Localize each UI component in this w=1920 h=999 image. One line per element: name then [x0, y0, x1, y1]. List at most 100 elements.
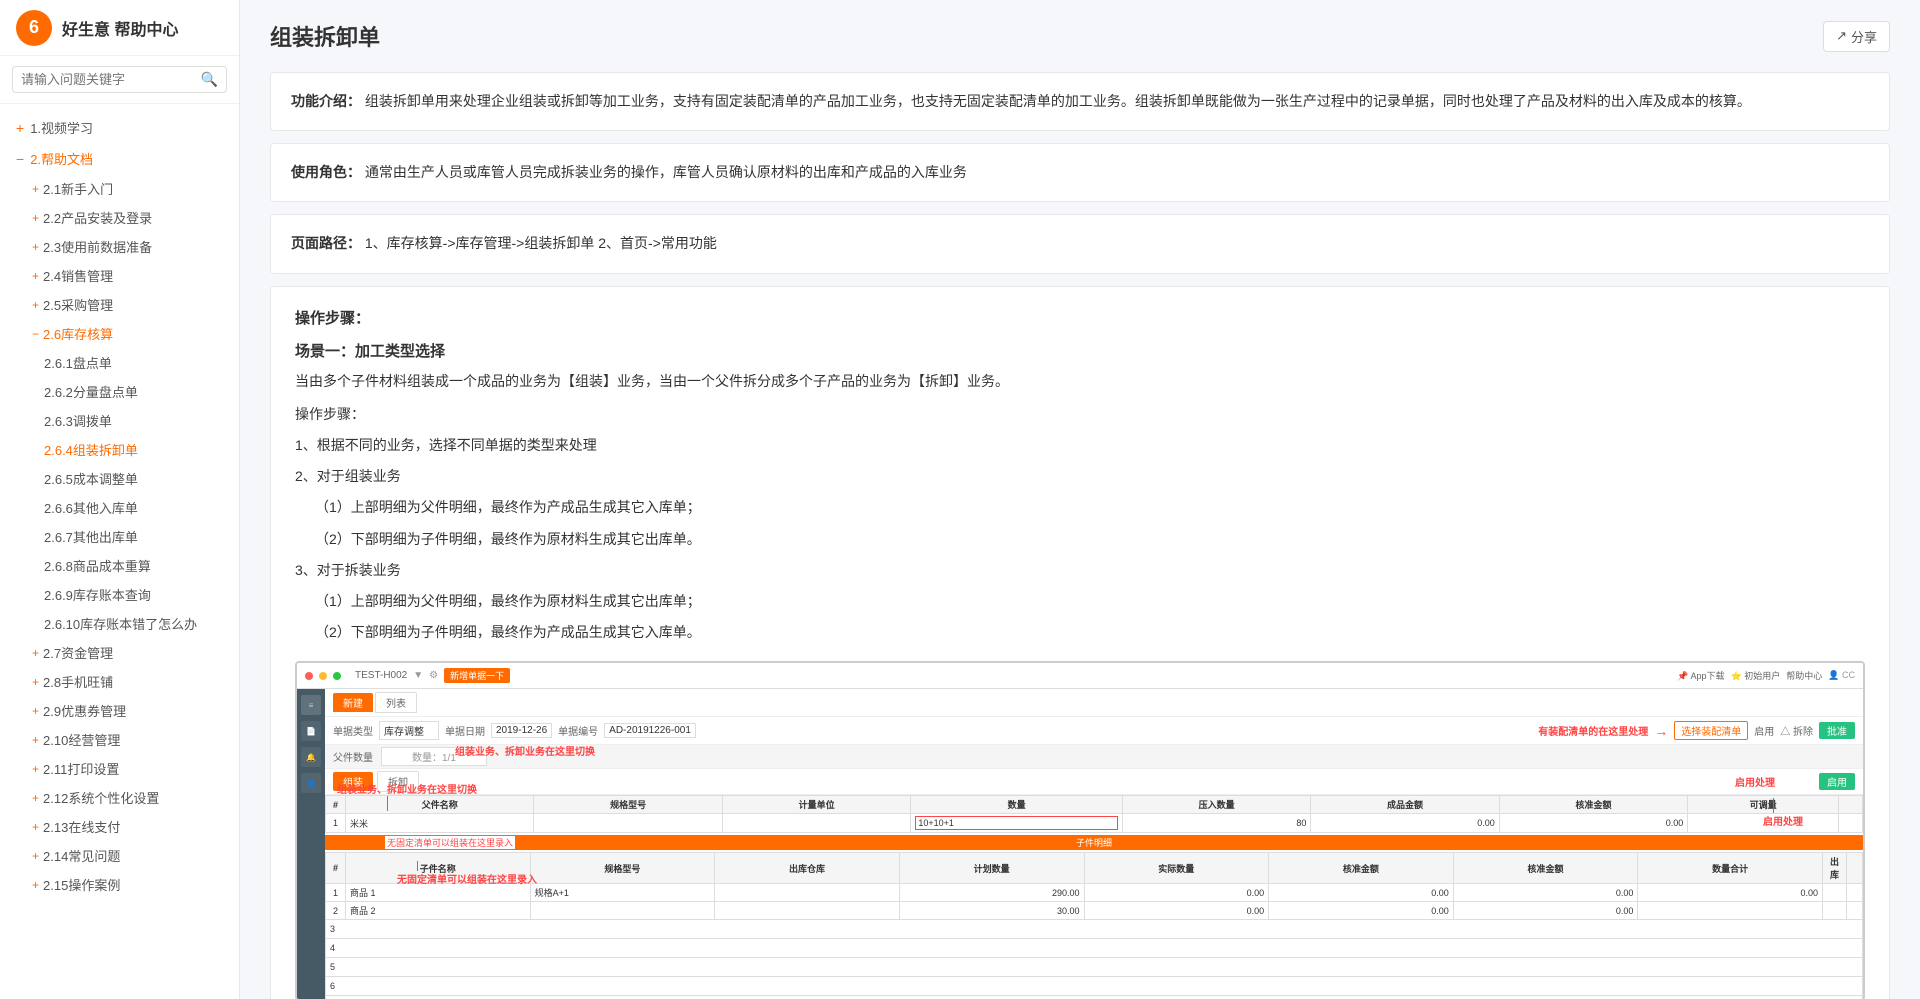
step2-1: （1）上部明细为父件明细，最终作为产成品生成其它入库单；: [315, 495, 1865, 520]
ops-title: 操作步骤：: [295, 307, 1865, 328]
sidebar-item-other-out[interactable]: 2.6.7其他出库单: [0, 522, 239, 551]
path-block: 页面路径： 1、库存核算->库存管理->组装拆卸单 2、首页->常用功能: [270, 214, 1890, 273]
sidebar-item-transfer[interactable]: 2.6.3调拨单: [0, 406, 239, 435]
page-header: 组装拆卸单 ↗ 分享: [270, 20, 1890, 52]
role-text: 使用角色： 通常由生产人员或库管人员完成拆装业务的操作，库管人员确认原材料的出库…: [291, 160, 1869, 185]
sidebar-item-customize[interactable]: + 2.12系统个性化设置: [0, 783, 239, 812]
sidebar-item-data-prep[interactable]: + 2.3使用前数据准备: [0, 232, 239, 261]
plus-icon-sub: +: [32, 762, 39, 776]
plus-icon: +: [16, 120, 24, 136]
sidebar-section-docs: − 2.帮助文档 + 2.1新手入门 + 2.2产品安装及登录 + 2.3使用前…: [0, 143, 239, 899]
sidebar-item-docs[interactable]: − 2.帮助文档: [0, 143, 239, 174]
role-label: 使用角色：: [291, 164, 361, 180]
sidebar-item-mobile[interactable]: + 2.8手机旺铺: [0, 667, 239, 696]
scenario1-title: 场景一：加工类型选择: [295, 340, 1865, 361]
path-label: 页面路径：: [291, 235, 361, 251]
screenshot-topbar-id: TEST-H002: [355, 670, 407, 681]
sidebar-item-newbie[interactable]: + 2.1新手入门: [0, 174, 239, 203]
role-content: 通常由生产人员或库管人员完成拆装业务的操作，库管人员确认原材料的出库和产成品的入…: [365, 164, 967, 180]
screenshot-new-btn[interactable]: 新增单据一下: [444, 668, 510, 683]
tab-list[interactable]: 列表: [375, 692, 417, 713]
step3-2: （2）下部明细为子件明细，最终作为产成品生成其它入库单。: [315, 620, 1865, 645]
plus-icon-sub: +: [32, 849, 39, 863]
plus-icon-sub: +: [32, 675, 39, 689]
search-input[interactable]: [21, 72, 201, 87]
sidebar-item-ledger-query[interactable]: 2.6.9库存账本查询: [0, 580, 239, 609]
sidebar-item-ledger-fix[interactable]: 2.6.10库存账本错了怎么办: [0, 609, 239, 638]
sidebar-item-video[interactable]: + 1.视频学习: [0, 112, 239, 143]
sidebar-item-inventory-calc[interactable]: − 2.6库存核算: [0, 319, 239, 348]
plus-icon-sub: +: [32, 211, 39, 225]
sidebar-item-mgmt[interactable]: + 2.10经营管理: [0, 725, 239, 754]
plus-icon-sub: +: [32, 704, 39, 718]
sidebar-section-inventory: − 2.6库存核算 2.6.1盘点单 2.6.2分量盘点单 2.6.3调拨单 2…: [0, 319, 239, 638]
sidebar-item-label: 1.视频学习: [30, 118, 93, 137]
nav-tree: + 1.视频学习 − 2.帮助文档 + 2.1新手入门 + 2.2产品安装及登录…: [0, 104, 239, 999]
feature-intro-block: 功能介绍： 组装拆卸单用来处理企业组装或拆卸等加工业务，支持有固定装配清单的产品…: [270, 72, 1890, 131]
form-date-val[interactable]: 2019-12-26: [491, 723, 552, 738]
path-text: 页面路径： 1、库存核算->库存管理->组装拆卸单 2、首页->常用功能: [291, 231, 1869, 256]
main-content: 组装拆卸单 ↗ 分享 功能介绍： 组装拆卸单用来处理企业组装或拆卸等加工业务，支…: [240, 0, 1920, 999]
plus-icon-sub: +: [32, 240, 39, 254]
sidebar-item-online-pay[interactable]: + 2.13在线支付: [0, 812, 239, 841]
sidebar-item-purchase[interactable]: + 2.5采购管理: [0, 290, 239, 319]
sidebar-item-stocktake[interactable]: 2.6.1盘点单: [0, 348, 239, 377]
plus-icon-sub: +: [32, 791, 39, 805]
form-no-val[interactable]: AD-20191226-001: [604, 723, 696, 738]
sidebar-item-assembly[interactable]: 2.6.4组装拆卸单: [0, 435, 239, 464]
logo-bar: 6 好生意 帮助中心: [0, 0, 239, 56]
plus-icon-sub: +: [32, 646, 39, 660]
btn-submit[interactable]: 启用: [1819, 773, 1855, 790]
plus-icon-sub: +: [32, 878, 39, 892]
screenshot-wrapper: TEST-H002 ▼ ⚙ 新增单据一下 📌 App下载 ⭐ 初始用户 帮助中心…: [295, 661, 1865, 999]
step3: 3、对于拆装业务: [295, 558, 1865, 583]
sidebar-item-install[interactable]: + 2.2产品安装及登录: [0, 203, 239, 232]
minus-icon: −: [16, 151, 24, 167]
sidebar-item-partial-stocktake[interactable]: 2.6.2分量盘点单: [0, 377, 239, 406]
feature-intro-label: 功能介绍：: [291, 93, 361, 109]
plus-icon-sub: +: [32, 733, 39, 747]
share-button[interactable]: ↗ 分享: [1823, 21, 1890, 52]
step2-2: （2）下部明细为子件明细，最终作为原材料生成其它出库单。: [315, 527, 1865, 552]
btn-approve[interactable]: 批准: [1819, 722, 1855, 739]
step3-1: （1）上部明细为父件明细，最终作为原材料生成其它出库单；: [315, 589, 1865, 614]
btn-assembly-type[interactable]: 组装: [333, 772, 373, 791]
step1: 1、根据不同的业务，选择不同单据的类型来处理: [295, 433, 1865, 458]
sidebar-item-cost-adjust[interactable]: 2.6.5成本调整单: [0, 464, 239, 493]
plus-icon-sub: +: [32, 298, 39, 312]
logo-icon: 6: [16, 10, 52, 46]
path-content: 1、库存核算->库存管理->组装拆卸单 2、首页->常用功能: [365, 235, 717, 251]
plus-icon-sub: +: [32, 820, 39, 834]
annot-bom-label: 有装配清单的在这里处理: [1538, 723, 1648, 738]
share-icon: ↗: [1836, 28, 1847, 44]
feature-intro-content: 组装拆卸单用来处理企业组装或拆卸等加工业务，支持有固定装配清单的产品加工业务，也…: [365, 93, 1751, 109]
feature-intro-text: 功能介绍： 组装拆卸单用来处理企业组装或拆卸等加工业务，支持有固定装配清单的产品…: [291, 89, 1869, 114]
annot-no-bom: 无固定清单可以组装在这里录入: [385, 836, 515, 849]
minus-icon-sub: −: [32, 327, 39, 341]
btn-select-bom[interactable]: 选择装配清单: [1674, 721, 1748, 740]
sidebar-item-faq[interactable]: + 2.14常见问题: [0, 841, 239, 870]
sidebar-item-cost-recalc[interactable]: 2.6.8商品成本重算: [0, 551, 239, 580]
annot-toggle: 组装业务、拆卸业务在这里切换: [455, 743, 595, 758]
tab-new[interactable]: 新建: [333, 693, 373, 712]
sidebar-item-label: 2.帮助文档: [30, 149, 93, 168]
scenario1-desc: 当由多个子件材料组装成一个成品的业务为【组装】业务，当由一个父件拆分成多个子产品…: [295, 369, 1865, 394]
sidebar-item-cases[interactable]: + 2.15操作案例: [0, 870, 239, 899]
search-icon[interactable]: 🔍: [201, 71, 218, 88]
sidebar-item-print[interactable]: + 2.11打印设置: [0, 754, 239, 783]
sidebar-item-coupon[interactable]: + 2.9优惠券管理: [0, 696, 239, 725]
btn-disassembly-type[interactable]: 拆卸: [377, 771, 419, 792]
sidebar-item-other-in[interactable]: 2.6.6其他入库单: [0, 493, 239, 522]
ops-steps-label: 操作步骤：: [295, 402, 1865, 427]
role-block: 使用角色： 通常由生产人员或库管人员完成拆装业务的操作，库管人员确认原材料的出库…: [270, 143, 1890, 202]
search-box: 🔍: [12, 66, 227, 93]
plus-icon-sub: +: [32, 269, 39, 283]
step2: 2、对于组装业务: [295, 464, 1865, 489]
form-date-label: 单据日期: [445, 723, 485, 738]
annot-enable: 启用处理: [1735, 774, 1775, 789]
app-title: 好生意 帮助中心: [62, 16, 178, 40]
sidebar-item-finance[interactable]: + 2.7资金管理: [0, 638, 239, 667]
sidebar: 6 好生意 帮助中心 🔍 + 1.视频学习 − 2.帮助文档 + 2.1新手入门: [0, 0, 240, 999]
sidebar-item-sales[interactable]: + 2.4销售管理: [0, 261, 239, 290]
steps-block: 操作步骤： 场景一：加工类型选择 当由多个子件材料组装成一个成品的业务为【组装】…: [270, 286, 1890, 999]
